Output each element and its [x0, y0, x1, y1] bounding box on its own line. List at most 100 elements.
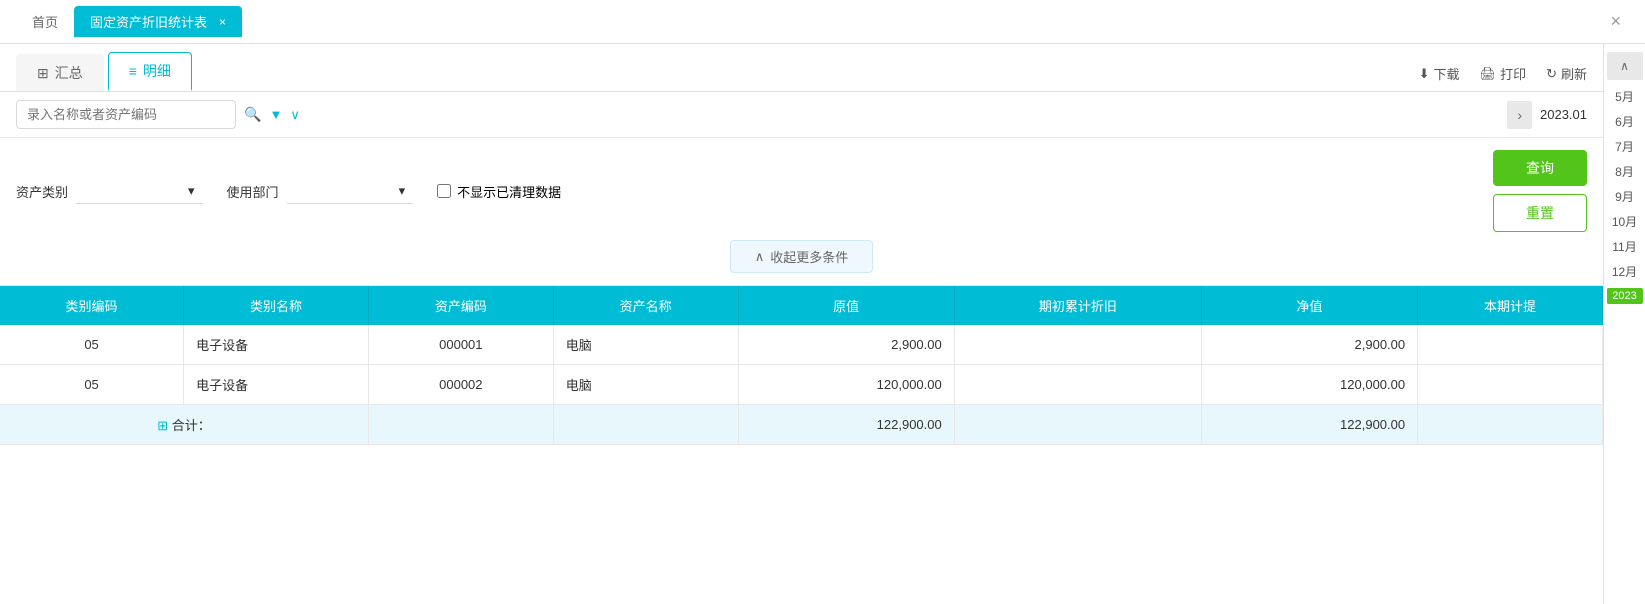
download-label: 下载 — [1434, 64, 1460, 83]
col-accumulated-dep: 期初累计折旧 — [954, 286, 1201, 325]
cell-curr-dep — [1418, 325, 1603, 365]
cell-asset-name: 电脑 — [553, 365, 738, 405]
collapse-label: 收起更多条件 — [770, 247, 848, 266]
toolbar: ⬇ 下载 🖨 打印 ↻ 刷新 — [1419, 64, 1587, 91]
total-row: ⊞ 合计： 122,900.00 122,900.00 — [0, 405, 1603, 445]
col-category-name: 类别名称 — [184, 286, 369, 325]
cell-net-value: 2,900.00 — [1201, 325, 1417, 365]
col-current-dep: 本期计提 — [1418, 286, 1603, 325]
no-cleared-group: 不显示已清理数据 — [437, 182, 561, 201]
data-table: 类别编码 类别名称 资产编码 资产名称 原值 期初累计折旧 净值 本期计提 05… — [0, 286, 1603, 445]
sidebar-month-item[interactable]: 12月 — [1612, 259, 1637, 284]
summary-icon: ⊞ — [37, 65, 49, 82]
department-chevron: ▾ — [399, 183, 406, 199]
table-row: 05 电子设备 000001 电脑 2,900.00 2,900.00 — [0, 325, 1603, 365]
right-sidebar: ∧ 5月6月7月8月9月10月11月12月 2023 — [1603, 44, 1645, 604]
no-cleared-label: 不显示已清理数据 — [457, 182, 561, 201]
tab-detail-label: 明细 — [143, 61, 171, 81]
total-original-value: 122,900.00 — [738, 405, 954, 445]
col-asset-code: 资产编码 — [368, 286, 553, 325]
cell-asset-code: 000001 — [368, 325, 553, 365]
sidebar-month-item[interactable]: 10月 — [1612, 209, 1637, 234]
date-label: 2023.01 — [1540, 107, 1587, 122]
filter-row: 资产类别 ▾ 使用部门 ▾ 不显示已清理数据 — [16, 150, 1587, 232]
sidebar-month-item[interactable]: 11月 — [1612, 234, 1637, 259]
total-curr-dep — [1418, 405, 1603, 445]
sidebar-month-item[interactable]: 9月 — [1612, 184, 1637, 209]
cell-asset-code: 000002 — [368, 365, 553, 405]
asset-category-group: 资产类别 ▾ — [16, 179, 203, 204]
department-group: 使用部门 ▾ — [227, 179, 414, 204]
sidebar-month-item[interactable]: 6月 — [1612, 109, 1637, 134]
tab-close-btn[interactable]: × — [219, 15, 226, 29]
detail-icon: ≡ — [129, 63, 137, 79]
cell-cat-code: 05 — [0, 325, 184, 365]
cell-original-value: 120,000.00 — [738, 365, 954, 405]
total-empty2 — [553, 405, 738, 445]
tab-summary[interactable]: ⊞ 汇总 — [16, 54, 104, 91]
cell-acc-dep — [954, 365, 1201, 405]
query-button[interactable]: 查询 — [1493, 150, 1587, 186]
year-badge: 2023 — [1607, 288, 1643, 304]
cell-acc-dep — [954, 325, 1201, 365]
more-filter-btn[interactable]: ▼ ∨ — [269, 107, 299, 123]
sidebar-up-btn[interactable]: ∧ — [1607, 52, 1643, 80]
tab-summary-label: 汇总 — [55, 63, 83, 83]
cell-cat-name: 电子设备 — [184, 325, 369, 365]
department-label: 使用部门 — [227, 182, 279, 201]
table-wrapper: 类别编码 类别名称 资产编码 资产名称 原值 期初累计折旧 净值 本期计提 05… — [0, 286, 1603, 604]
refresh-label: 刷新 — [1561, 64, 1587, 83]
search-icon[interactable]: 🔍 — [244, 106, 261, 123]
print-label: 打印 — [1500, 64, 1526, 83]
asset-category-label: 资产类别 — [16, 182, 68, 201]
download-icon: ⬇ — [1419, 66, 1430, 82]
table-row: 05 电子设备 000002 电脑 120,000.00 120,000.00 — [0, 365, 1603, 405]
active-tab-label: 固定资产折旧统计表 — [90, 12, 207, 31]
filter-area: 资产类别 ▾ 使用部门 ▾ 不显示已清理数据 — [0, 138, 1603, 286]
asset-category-select[interactable]: ▾ — [76, 179, 203, 204]
search-input[interactable] — [16, 100, 236, 129]
home-tab[interactable]: 首页 — [16, 12, 74, 31]
sidebar-month-item[interactable]: 5月 — [1612, 84, 1637, 109]
content-area: ⊞ 汇总 ≡ 明细 ⬇ 下载 🖨 打印 ↻ 刷 — [0, 44, 1603, 604]
collapse-btn[interactable]: ∧ 收起更多条件 — [730, 240, 874, 273]
top-nav: 首页 固定资产折旧统计表 × × — [0, 0, 1645, 44]
cell-cat-code: 05 — [0, 365, 184, 405]
col-net-value: 净值 — [1201, 286, 1417, 325]
total-label-cell: ⊞ 合计： — [0, 405, 368, 445]
total-net-value: 122,900.00 — [1201, 405, 1417, 445]
department-select[interactable]: ▾ — [287, 179, 414, 204]
download-btn[interactable]: ⬇ 下载 — [1419, 64, 1460, 83]
cell-net-value: 120,000.00 — [1201, 365, 1417, 405]
print-btn[interactable]: 🖨 打印 — [1480, 64, 1527, 83]
nav-arrow-btn[interactable]: › — [1507, 101, 1532, 129]
asset-category-chevron: ▾ — [188, 183, 195, 199]
filter-icon: ▼ — [269, 107, 282, 122]
sub-tabs: ⊞ 汇总 ≡ 明细 ⬇ 下载 🖨 打印 ↻ 刷 — [0, 44, 1603, 92]
no-cleared-checkbox[interactable] — [437, 184, 451, 198]
sidebar-month-item[interactable]: 8月 — [1612, 159, 1637, 184]
col-original-value: 原值 — [738, 286, 954, 325]
refresh-btn[interactable]: ↻ 刷新 — [1546, 64, 1587, 83]
col-asset-name: 资产名称 — [553, 286, 738, 325]
chevron-down-icon: ∨ — [290, 107, 300, 123]
active-tab[interactable]: 固定资产折旧统计表 × — [74, 6, 242, 37]
sidebar-month-item[interactable]: 7月 — [1612, 134, 1637, 159]
print-icon: 🖨 — [1480, 66, 1497, 82]
total-acc-dep — [954, 405, 1201, 445]
search-bar: 🔍 ▼ ∨ › 2023.01 — [0, 92, 1603, 138]
cell-curr-dep — [1418, 365, 1603, 405]
sub-tabs-left: ⊞ 汇总 ≡ 明细 — [16, 52, 192, 91]
collapse-up-icon: ∧ — [755, 249, 765, 265]
tab-detail[interactable]: ≡ 明细 — [108, 52, 192, 91]
window-close-btn[interactable]: × — [1602, 7, 1629, 36]
refresh-icon: ↻ — [1546, 66, 1557, 82]
cell-cat-name: 电子设备 — [184, 365, 369, 405]
main-container: ⊞ 汇总 ≡ 明细 ⬇ 下载 🖨 打印 ↻ 刷 — [0, 44, 1645, 604]
col-category-code: 类别编码 — [0, 286, 184, 325]
cell-original-value: 2,900.00 — [738, 325, 954, 365]
total-icon: ⊞ — [157, 418, 168, 433]
filter-actions: 查询 重置 — [1493, 150, 1587, 232]
reset-button[interactable]: 重置 — [1493, 194, 1587, 232]
cell-asset-name: 电脑 — [553, 325, 738, 365]
